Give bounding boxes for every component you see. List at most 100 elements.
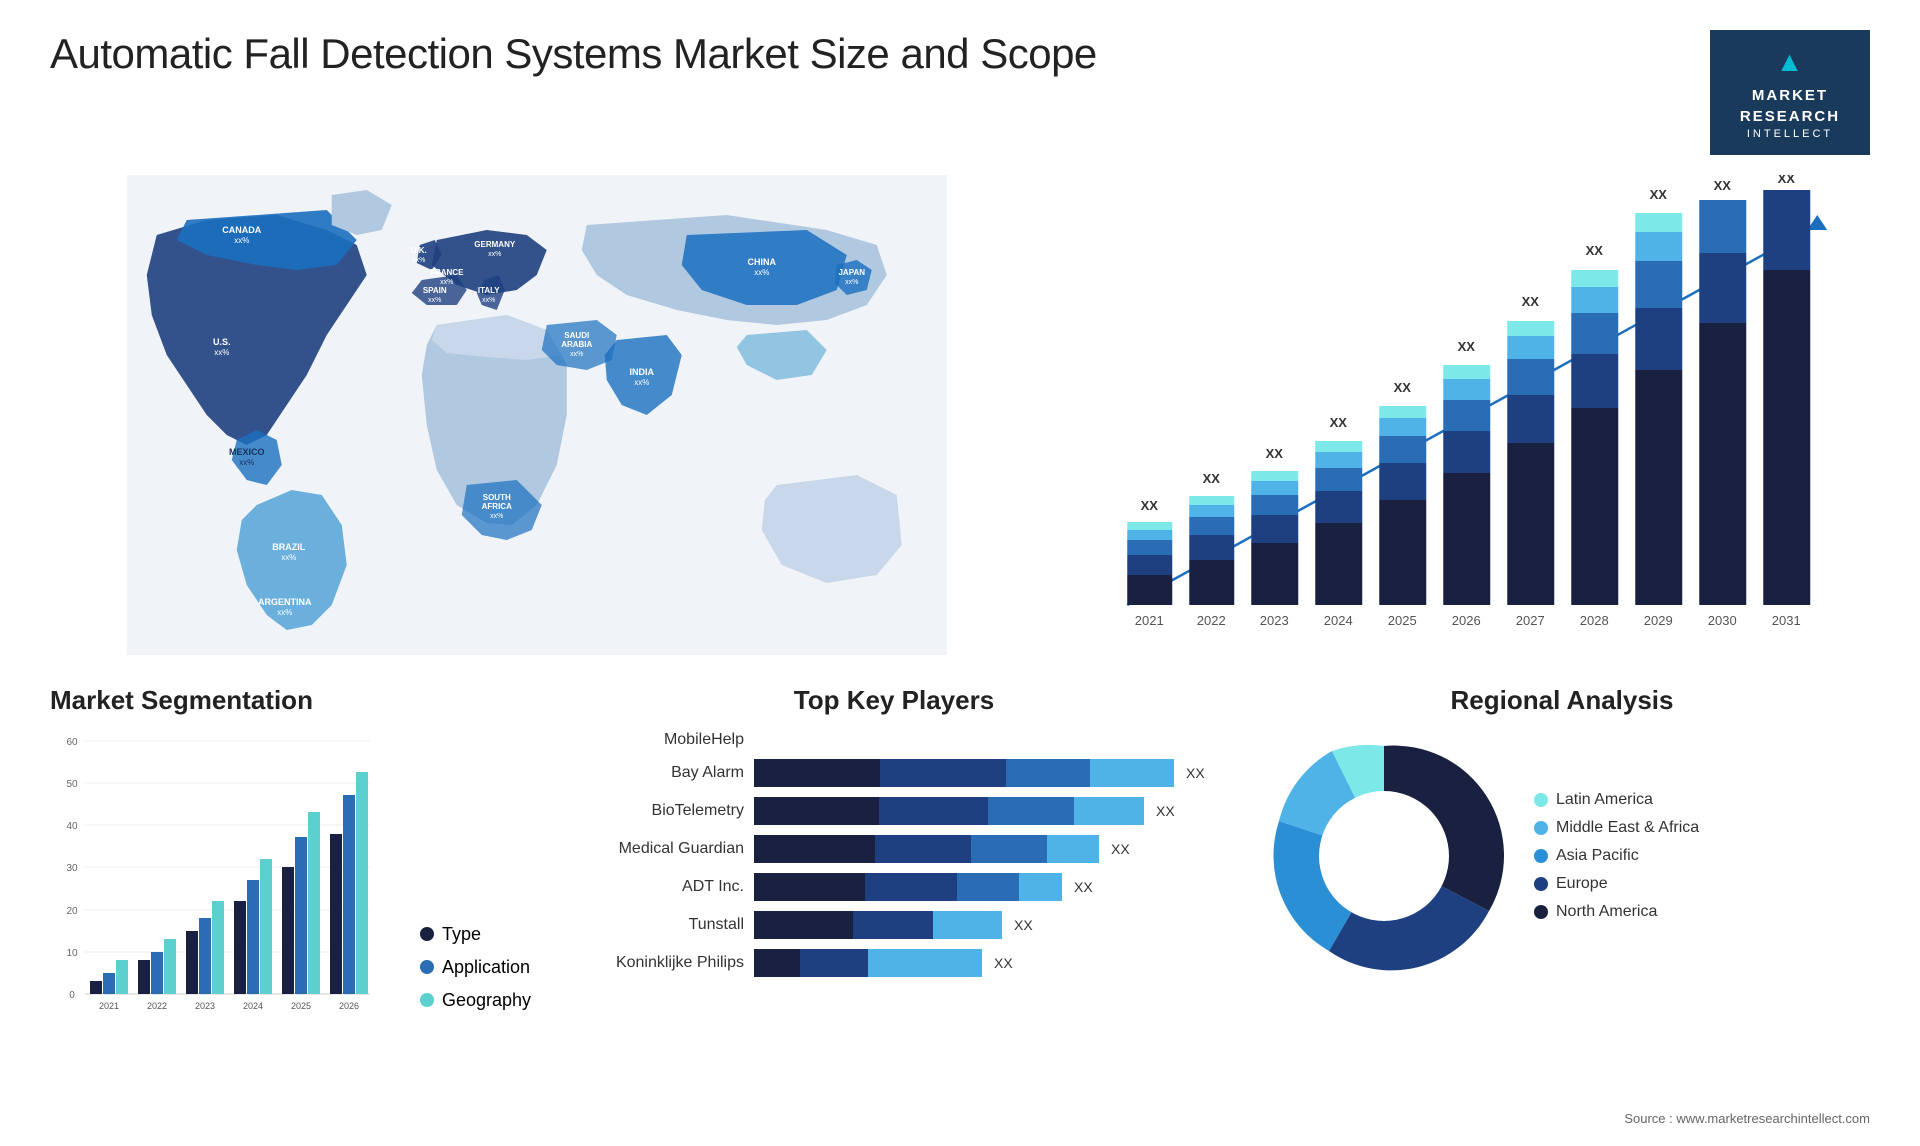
svg-text:XX: XX (1585, 243, 1603, 258)
svg-text:40: 40 (66, 821, 78, 832)
player-name-tunstall: Tunstall (564, 916, 744, 934)
svg-text:xx%: xx% (412, 257, 425, 264)
dot-middle-east (1534, 821, 1548, 835)
donut-chart-svg (1254, 726, 1514, 986)
label-middle-east: Middle East & Africa (1556, 819, 1699, 837)
player-name-biotelemetry: BioTelemetry (564, 802, 744, 820)
svg-text:10: 10 (66, 948, 78, 959)
svg-text:xx%: xx% (277, 608, 292, 617)
player-row-biotelemetry: BioTelemetry XX (564, 797, 1224, 825)
player-name-philips: Koninklijke Philips (564, 954, 744, 972)
svg-text:xx%: xx% (634, 378, 649, 387)
legend-label-application: Application (442, 957, 530, 978)
svg-text:xx%: xx% (488, 251, 501, 258)
world-map-container: CANADA xx% U.S. xx% MEXICO xx% BRAZIL xx… (50, 175, 1024, 655)
bar-visual-philips (754, 949, 982, 977)
player-bar-tunstall: XX (754, 911, 1224, 939)
svg-text:2026: 2026 (339, 1001, 359, 1011)
svg-text:U.S.: U.S. (213, 337, 231, 347)
label-europe: Europe (1556, 875, 1608, 893)
player-row-bayalarm: Bay Alarm XX (564, 759, 1224, 787)
svg-text:GERMANY: GERMANY (474, 240, 516, 249)
svg-text:2021: 2021 (1134, 613, 1163, 628)
svg-text:CHINA: CHINA (748, 257, 777, 267)
growth-chart-svg: XX 2021 XX 2022 XX 2023 (1074, 175, 1871, 655)
svg-text:ITALY: ITALY (478, 286, 500, 295)
player-value-biotelemetry: XX (1156, 803, 1175, 819)
svg-text:2027: 2027 (1515, 613, 1544, 628)
reg-legend-north-america: North America (1534, 903, 1699, 921)
svg-text:SOUTH: SOUTH (483, 493, 511, 502)
svg-text:xx%: xx% (428, 297, 441, 304)
svg-text:xx%: xx% (239, 458, 254, 467)
svg-text:XX: XX (1140, 498, 1158, 513)
player-row-medguardian: Medical Guardian XX (564, 835, 1224, 863)
svg-text:XX: XX (1777, 175, 1795, 186)
svg-text:FRANCE: FRANCE (430, 268, 464, 277)
svg-text:XX: XX (1521, 294, 1539, 309)
dot-north-america (1534, 905, 1548, 919)
player-name-mobilehelp: MobileHelp (564, 731, 744, 749)
regional-title: Regional Analysis (1254, 685, 1870, 716)
player-row-mobilehelp: MobileHelp (564, 731, 1224, 749)
legend-label-type: Type (442, 924, 481, 945)
player-bar-philips: XX (754, 949, 1224, 977)
dot-latin-america (1534, 793, 1548, 807)
svg-text:XX: XX (1202, 471, 1220, 486)
player-row-tunstall: Tunstall XX (564, 911, 1224, 939)
key-players-title: Top Key Players (564, 685, 1224, 716)
player-bar-adt: XX (754, 873, 1224, 901)
svg-text:SAUDI: SAUDI (564, 331, 589, 340)
svg-text:2025: 2025 (291, 1001, 311, 1011)
market-segmentation: Market Segmentation 60 50 40 30 20 10 0 (50, 685, 534, 1011)
svg-text:2022: 2022 (147, 1001, 167, 1011)
svg-text:XX: XX (1329, 415, 1347, 430)
legend-dot-type (420, 927, 434, 941)
svg-text:2023: 2023 (195, 1001, 215, 1011)
regional-content: Latin America Middle East & Africa Asia … (1254, 726, 1870, 986)
svg-text:xx%: xx% (845, 279, 858, 286)
bar-visual-adt (754, 873, 1062, 901)
world-map-svg: CANADA xx% U.S. xx% MEXICO xx% BRAZIL xx… (50, 175, 1024, 655)
market-seg-title: Market Segmentation (50, 685, 534, 716)
bar-visual-medguardian (754, 835, 1099, 863)
svg-text:2022: 2022 (1196, 613, 1225, 628)
regional-legend: Latin America Middle East & Africa Asia … (1534, 791, 1699, 921)
seg-legend: Type Application Geography (420, 924, 531, 1011)
reg-legend-latin-america: Latin America (1534, 791, 1699, 809)
svg-text:ARGENTINA: ARGENTINA (258, 597, 312, 607)
source-text: Source : www.marketresearchintellect.com (1624, 1111, 1870, 1126)
svg-text:xx%: xx% (754, 268, 769, 277)
svg-text:xx%: xx% (490, 513, 503, 520)
player-bar-bayalarm: XX (754, 759, 1224, 787)
legend-geography: Geography (420, 990, 531, 1011)
logo: ▲ MARKET RESEARCH INTELLECT (1710, 30, 1870, 155)
bar-visual-bayalarm (754, 759, 1174, 787)
svg-text:2030: 2030 (1707, 613, 1736, 628)
reg-legend-asia-pacific: Asia Pacific (1534, 847, 1699, 865)
svg-text:XX: XX (1457, 339, 1475, 354)
svg-text:30: 30 (66, 863, 78, 874)
player-bar-biotelemetry: XX (754, 797, 1224, 825)
svg-text:2024: 2024 (1323, 613, 1352, 628)
svg-text:60: 60 (66, 737, 78, 748)
svg-text:50: 50 (66, 779, 78, 790)
seg-chart-svg: 60 50 40 30 20 10 0 (50, 731, 390, 1011)
player-value-philips: XX (994, 955, 1013, 971)
svg-text:BRAZIL: BRAZIL (272, 542, 305, 552)
bottom-section: Market Segmentation 60 50 40 30 20 10 0 (50, 685, 1870, 1011)
growth-bar-chart: XX 2021 XX 2022 XX 2023 (1064, 175, 1871, 655)
svg-text:2024: 2024 (243, 1001, 263, 1011)
svg-text:xx%: xx% (281, 553, 296, 562)
svg-text:2025: 2025 (1387, 613, 1416, 628)
legend-dot-application (420, 960, 434, 974)
svg-text:xx%: xx% (234, 236, 249, 245)
svg-text:xx%: xx% (440, 279, 453, 286)
reg-legend-europe: Europe (1534, 875, 1699, 893)
player-name-adt: ADT Inc. (564, 878, 744, 896)
donut-chart-container (1254, 726, 1514, 986)
player-name-bayalarm: Bay Alarm (564, 764, 744, 782)
svg-text:INDIA: INDIA (630, 367, 655, 377)
top-section: CANADA xx% U.S. xx% MEXICO xx% BRAZIL xx… (50, 175, 1870, 655)
player-value-medguardian: XX (1111, 841, 1130, 857)
